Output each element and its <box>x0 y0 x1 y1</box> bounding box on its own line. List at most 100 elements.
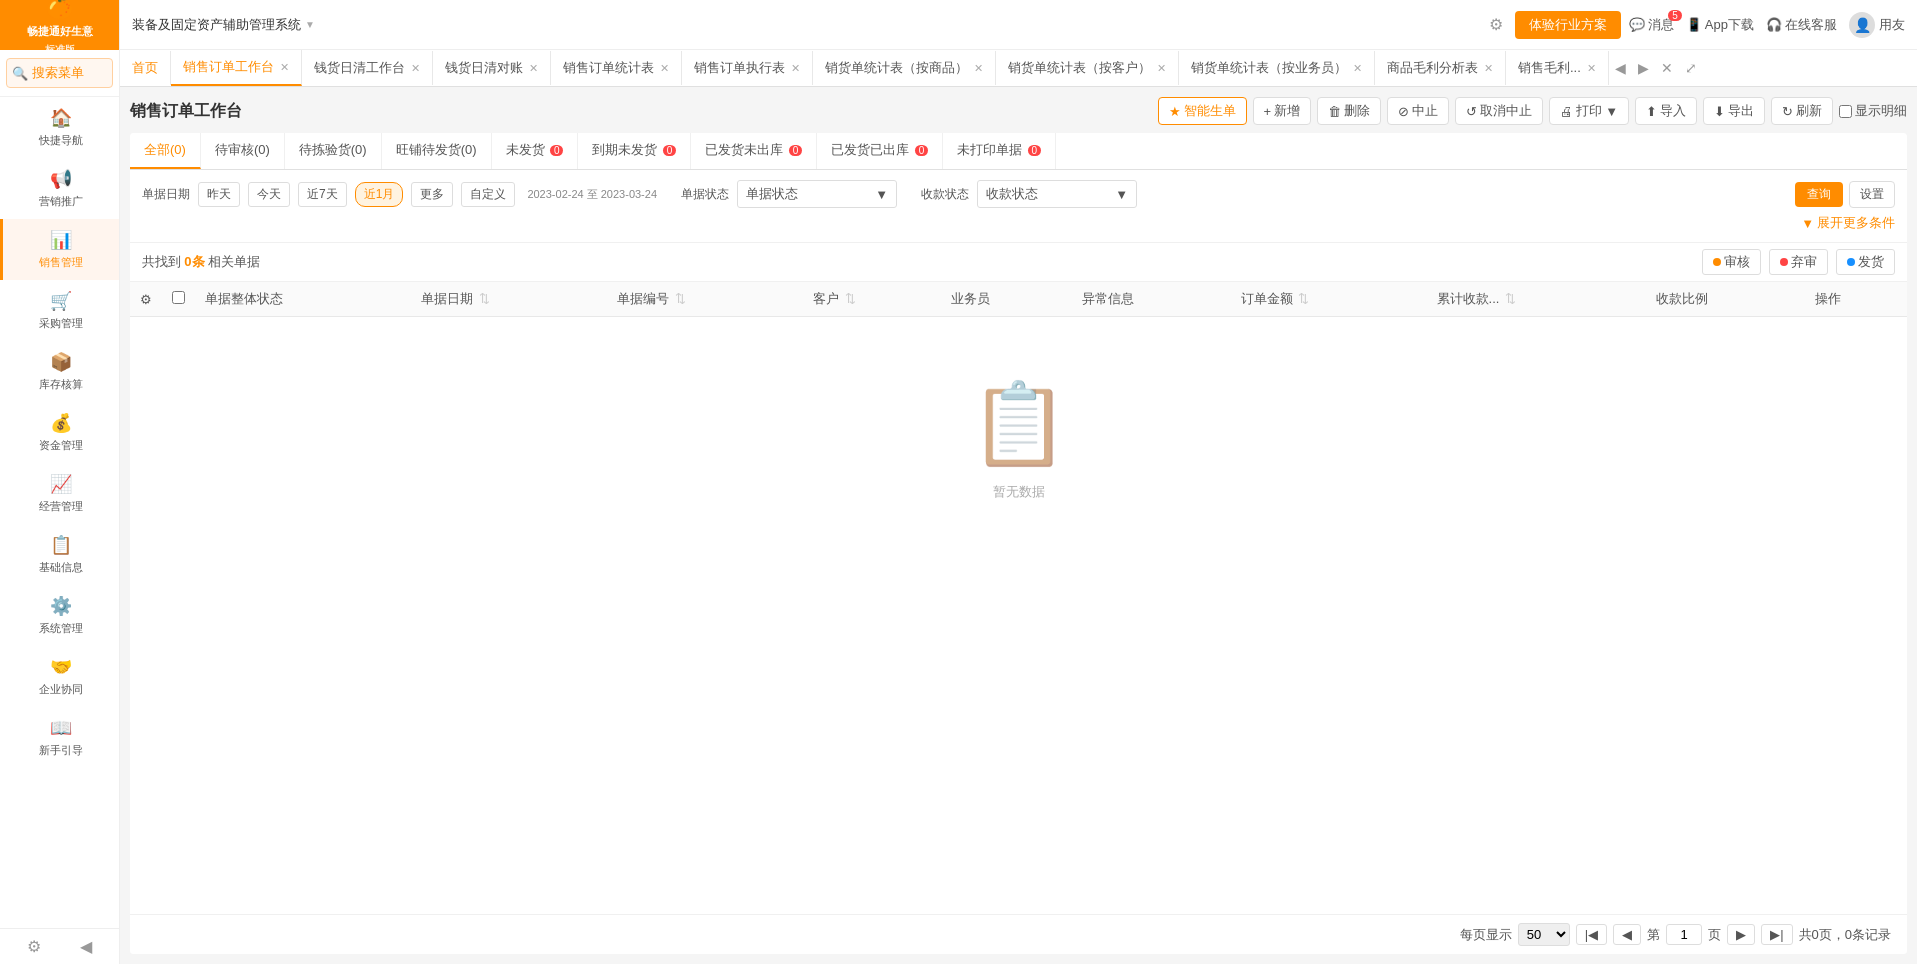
settings-button[interactable]: 设置 <box>1849 181 1895 208</box>
tab-home[interactable]: 首页 <box>120 51 171 85</box>
th-settings[interactable]: ⚙ <box>130 282 162 317</box>
sidebar-item-nav[interactable]: 🏠 快捷导航 <box>0 97 119 158</box>
th-ratio-label: 收款比例 <box>1656 291 1708 306</box>
add-button[interactable]: + 新增 <box>1253 97 1312 125</box>
import-button[interactable]: ⬆ 导入 <box>1635 97 1697 125</box>
th-customer[interactable]: 客户 ⇅ <box>803 282 941 317</box>
tab-sales-summary-prod-close[interactable]: ✕ <box>974 62 983 75</box>
sub-tab-pending-check[interactable]: 待拣验货(0) <box>285 133 382 169</box>
review-button[interactable]: 审核 <box>1702 249 1761 275</box>
sidebar-item-operations[interactable]: 📈 经营管理 <box>0 463 119 524</box>
sidebar-item-cooperation[interactable]: 🤝 企业协同 <box>0 646 119 707</box>
stop-button[interactable]: ⊘ 中止 <box>1387 97 1449 125</box>
sub-tab-shipped-out[interactable]: 已发货已出库 0 <box>817 133 943 169</box>
tabs-next-button[interactable]: ▶ <box>1632 60 1655 76</box>
sidebar-item-purchase[interactable]: 🛒 采购管理 <box>0 280 119 341</box>
print-button[interactable]: 🖨 打印 ▼ <box>1549 97 1629 125</box>
page-prev-button[interactable]: ◀ <box>1613 924 1641 945</box>
th-number[interactable]: 单据编号 ⇅ <box>607 282 803 317</box>
payment-filter-select[interactable]: 收款状态 ▼ <box>977 180 1137 208</box>
tab-sales-exec[interactable]: 销售订单执行表 ✕ <box>682 51 813 85</box>
date-1month-btn[interactable]: 近1月 <box>355 182 404 207</box>
tab-margin[interactable]: 商品毛利分析表 ✕ <box>1375 51 1506 85</box>
tab-sales-order-close[interactable]: ✕ <box>280 61 289 74</box>
tab-cash-reconcile[interactable]: 钱货日清对账 ✕ <box>433 51 551 85</box>
sub-tab-unprinted[interactable]: 未打印单据 0 <box>943 133 1056 169</box>
sub-tab-all[interactable]: 全部(0) <box>130 133 201 169</box>
th-date-label: 单据日期 <box>421 291 473 306</box>
smart-create-button[interactable]: ★ 智能生单 <box>1158 97 1247 125</box>
date-yesterday-btn[interactable]: 昨天 <box>198 182 240 207</box>
topbar-gear-icon[interactable]: ⚙ <box>1489 15 1503 34</box>
sidebar-collapse-icon[interactable]: ◀ <box>80 937 92 956</box>
show-detail-checkbox-label[interactable]: 显示明细 <box>1839 102 1907 120</box>
show-detail-checkbox[interactable] <box>1839 105 1852 118</box>
th-date[interactable]: 单据日期 ⇅ <box>411 282 607 317</box>
date-7days-btn[interactable]: 近7天 <box>298 182 347 207</box>
th-amount[interactable]: 订单金额 ⇅ <box>1231 282 1427 317</box>
search-menu-button[interactable]: 🔍 搜索菜单 <box>6 58 113 88</box>
per-page-select[interactable]: 10 20 50 100 <box>1518 923 1570 946</box>
sub-tab-wangpu[interactable]: 旺铺待发货(0) <box>382 133 492 169</box>
ship-button[interactable]: 发货 <box>1836 249 1895 275</box>
tab-cash-daily[interactable]: 钱货日清工作台 ✕ <box>302 51 433 85</box>
sidebar-item-guide[interactable]: 📖 新手引导 <box>0 707 119 768</box>
refresh-button[interactable]: ↻ 刷新 <box>1771 97 1833 125</box>
tab-margin-close[interactable]: ✕ <box>1484 62 1493 75</box>
tab-sales-stat-close[interactable]: ✕ <box>660 62 669 75</box>
main-area: 装备及固定资产辅助管理系统 ▼ ⚙ 体验行业方案 💬 消息 5 📱 App下载 … <box>120 0 1917 964</box>
tabs-close-all-button[interactable]: ✕ <box>1655 60 1679 76</box>
th-collected[interactable]: 累计收款... ⇅ <box>1427 282 1647 317</box>
cancel-review-button[interactable]: 弃审 <box>1769 249 1828 275</box>
tab-sales-summary-prod[interactable]: 销货单统计表（按商品） ✕ <box>813 51 996 85</box>
sidebar-item-system[interactable]: ⚙️ 系统管理 <box>0 585 119 646</box>
sub-tab-shipped-not-out[interactable]: 已发货未出库 0 <box>691 133 817 169</box>
page-last-button[interactable]: ▶| <box>1761 924 1792 945</box>
tab-cash-daily-close[interactable]: ✕ <box>411 62 420 75</box>
sidebar-settings-icon[interactable]: ⚙ <box>27 937 41 956</box>
delete-label: 删除 <box>1344 102 1370 120</box>
tab-sales-summary-staff-close[interactable]: ✕ <box>1353 62 1362 75</box>
tab-sales-more-close[interactable]: ✕ <box>1587 62 1596 75</box>
tab-sales-summary-cust[interactable]: 销货单统计表（按客户） ✕ <box>996 51 1179 85</box>
app-download-button[interactable]: 📱 App下载 <box>1686 16 1754 34</box>
date-custom-btn[interactable]: 自定义 <box>461 182 515 207</box>
query-button[interactable]: 查询 <box>1795 182 1843 207</box>
date-today-btn[interactable]: 今天 <box>248 182 290 207</box>
th-checkbox[interactable] <box>162 282 195 317</box>
industry-solution-button[interactable]: 体验行业方案 <box>1515 11 1621 39</box>
pagination: 每页显示 10 20 50 100 |◀ ◀ 第 页 ▶ ▶| 共0页，0条记录 <box>130 914 1907 954</box>
tab-sales-more[interactable]: 销售毛利... ✕ <box>1506 51 1609 85</box>
sidebar-item-marketing[interactable]: 📢 营销推广 <box>0 158 119 219</box>
sidebar-item-finance[interactable]: 💰 资金管理 <box>0 402 119 463</box>
sub-tab-unshipped-label: 未发货 <box>506 142 545 157</box>
tabs-prev-button[interactable]: ◀ <box>1609 60 1632 76</box>
tab-cash-reconcile-close[interactable]: ✕ <box>529 62 538 75</box>
sub-tab-pending[interactable]: 待审核(0) <box>201 133 285 169</box>
tabs-maximize-button[interactable]: ⤢ <box>1679 60 1703 76</box>
delete-button[interactable]: 🗑 删除 <box>1317 97 1381 125</box>
sub-tab-unshipped[interactable]: 未发货 0 <box>492 133 579 169</box>
date-more-btn[interactable]: 更多 <box>411 182 453 207</box>
sidebar-item-inventory[interactable]: 📦 库存核算 <box>0 341 119 402</box>
online-service-button[interactable]: 🎧 在线客服 <box>1766 16 1837 34</box>
user-menu[interactable]: 👤 用友 <box>1849 12 1905 38</box>
sidebar-item-basic[interactable]: 📋 基础信息 <box>0 524 119 585</box>
sub-tab-overdue[interactable]: 到期未发货 0 <box>578 133 691 169</box>
tab-sales-stat[interactable]: 销售订单统计表 ✕ <box>551 51 682 85</box>
status-filter-select[interactable]: 单据状态 ▼ <box>737 180 897 208</box>
tab-sales-summary-staff[interactable]: 销货单统计表（按业务员） ✕ <box>1179 51 1375 85</box>
sidebar-item-sales[interactable]: 📊 销售管理 <box>0 219 119 280</box>
summary-prefix: 共找到 <box>142 254 181 269</box>
page-first-button[interactable]: |◀ <box>1576 924 1607 945</box>
tab-sales-summary-cust-close[interactable]: ✕ <box>1157 62 1166 75</box>
message-button[interactable]: 💬 消息 5 <box>1629 16 1674 34</box>
page-next-button[interactable]: ▶ <box>1727 924 1755 945</box>
tab-sales-exec-close[interactable]: ✕ <box>791 62 800 75</box>
cancel-stop-button[interactable]: ↺ 取消中止 <box>1455 97 1543 125</box>
expand-filter-button[interactable]: ▼ 展开更多条件 <box>1801 214 1895 232</box>
export-button[interactable]: ⬇ 导出 <box>1703 97 1765 125</box>
page-number-input[interactable] <box>1666 924 1702 945</box>
select-all-checkbox[interactable] <box>172 291 185 304</box>
tab-sales-order[interactable]: 销售订单工作台 ✕ <box>171 50 302 86</box>
